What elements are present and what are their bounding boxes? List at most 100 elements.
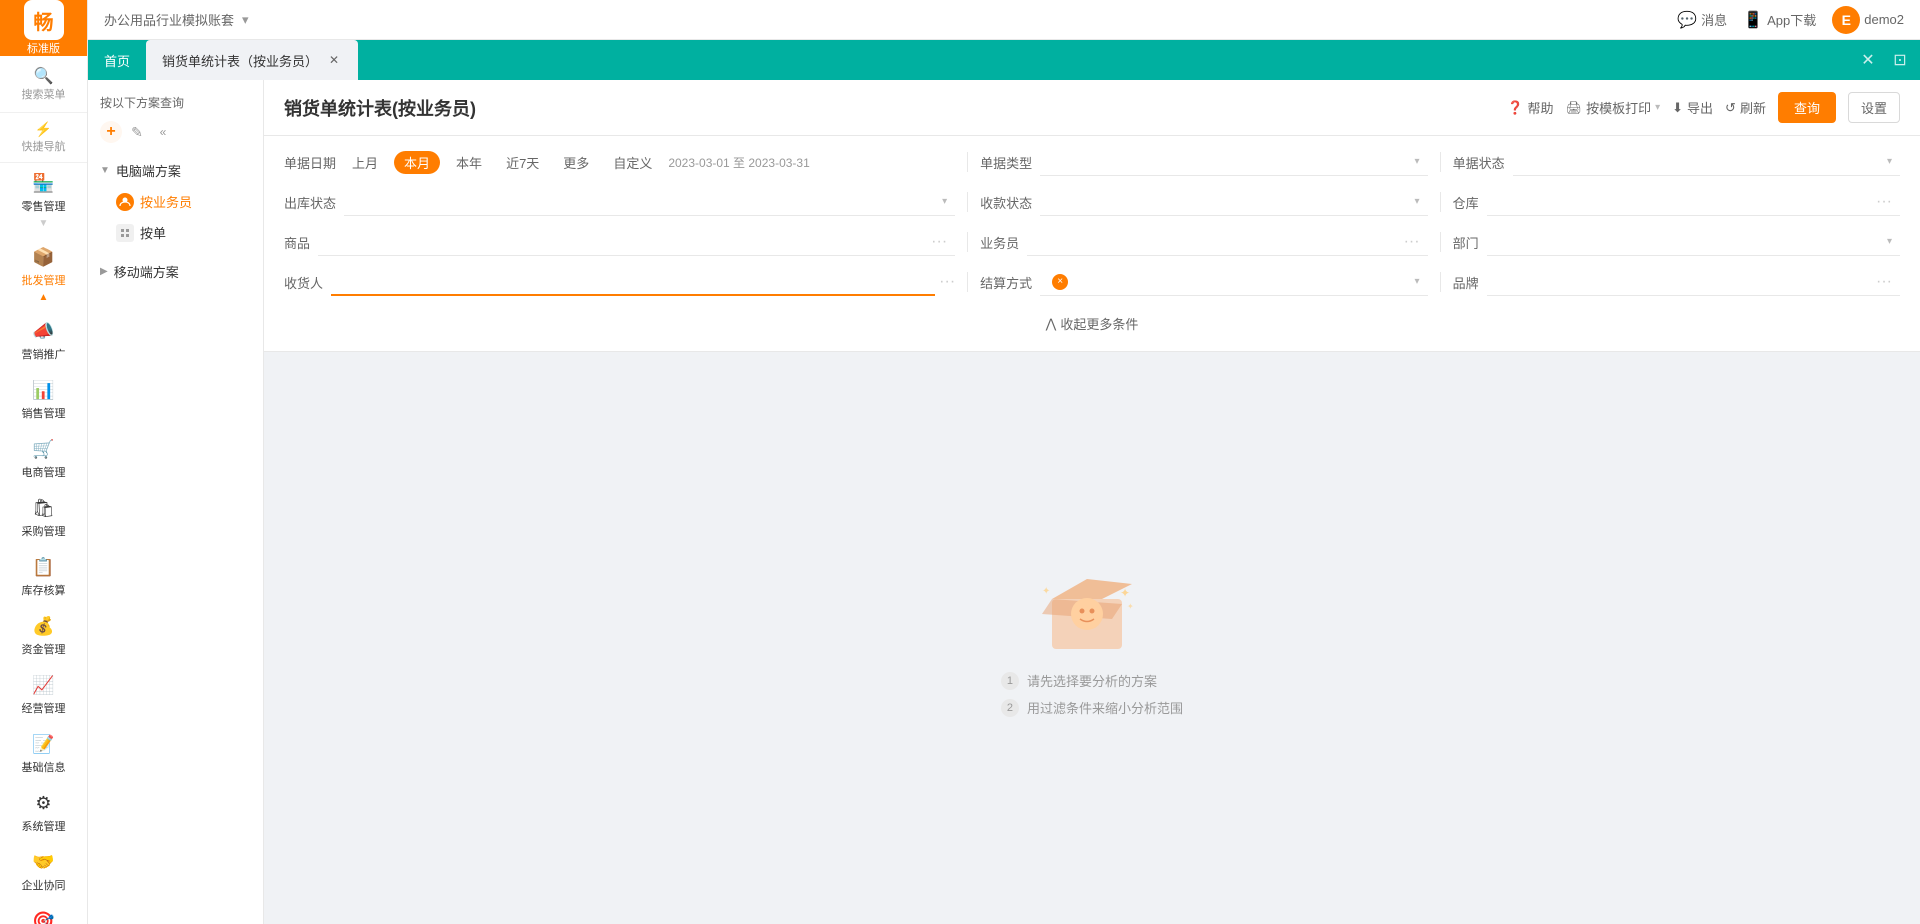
help-btn[interactable]: ❓ 帮助 xyxy=(1507,98,1553,117)
scheme-sub-order[interactable]: 按单 xyxy=(88,217,263,248)
marketing-label: 营销推广 xyxy=(22,346,66,362)
scheme-edit-btn[interactable]: ✎ xyxy=(126,121,148,143)
filter-out-status: 出库状态 ▾ xyxy=(284,188,955,216)
date-option-thisyear[interactable]: 本年 xyxy=(448,151,490,174)
date-option-custom[interactable]: 自定义 xyxy=(605,151,660,174)
tab-maximize-btn[interactable]: ⊡ xyxy=(1888,48,1912,72)
goods-dots[interactable]: ··· xyxy=(931,233,947,251)
out-status-control[interactable]: ▾ xyxy=(344,188,955,216)
scheme-sub-salesman-icon xyxy=(116,193,134,211)
message-btn[interactable]: 💬 消息 xyxy=(1677,10,1727,30)
sales-label: 销售管理 xyxy=(22,405,66,421)
header-dropdown-arrow[interactable]: ▾ xyxy=(242,12,249,28)
tab-close-btn[interactable]: ✕ xyxy=(326,52,342,68)
date-option-thismonth[interactable]: 本月 xyxy=(394,151,440,174)
scheme-category-desktop-label: 电脑端方案 xyxy=(116,161,181,180)
sidebar-item-retail[interactable]: 🏪 零售管理 ▼ xyxy=(0,163,87,237)
user-info[interactable]: E demo2 xyxy=(1832,6,1904,34)
scheme-sub-salesman[interactable]: 按业务员 xyxy=(88,186,263,217)
topbar-right: 💬 消息 📱 App下载 E demo2 xyxy=(1677,6,1904,34)
sidebar-search[interactable]: 🔍 搜索菜单 xyxy=(0,56,87,113)
sidebar-item-marketing[interactable]: 📣 营销推广 xyxy=(0,311,87,370)
doc-status-control[interactable]: ▾ xyxy=(1513,148,1900,176)
sidebar-quick-nav[interactable]: ⚡ 快捷导航 xyxy=(0,113,87,163)
app-download-label: App下载 xyxy=(1767,10,1816,29)
sep7 xyxy=(967,272,968,292)
system-label: 系统管理 xyxy=(22,818,66,834)
sidebar-item-system[interactable]: ⚙ 系统管理 xyxy=(0,783,87,842)
settle-clear-btn[interactable]: × xyxy=(1052,274,1068,290)
scheme-category-desktop[interactable]: ▼ 电脑端方案 xyxy=(88,155,263,186)
sidebar-item-corp[interactable]: 🤝 企业协同 xyxy=(0,842,87,901)
out-status-arrow: ▾ xyxy=(942,196,947,207)
sidebar-item-purchase[interactable]: 🛍 采购管理 xyxy=(0,488,87,547)
sidebar-item-wholesale[interactable]: 📦 批发管理 ▲ xyxy=(0,237,87,311)
salesman-label: 业务员 xyxy=(980,233,1019,252)
sep6 xyxy=(1440,232,1441,252)
tip-num-2: 2 xyxy=(1001,699,1019,717)
doc-status-arrow: ▾ xyxy=(1887,156,1892,167)
brand-control[interactable]: ··· xyxy=(1487,268,1900,296)
dept-control[interactable]: ▾ xyxy=(1487,228,1900,256)
username: demo2 xyxy=(1864,12,1904,27)
sidebar-item-basic[interactable]: 📝 基础信息 xyxy=(0,724,87,783)
app-download-icon: 📱 xyxy=(1743,10,1763,30)
print-label: 按模板打印 xyxy=(1586,98,1651,117)
date-option-7days[interactable]: 近7天 xyxy=(498,151,547,174)
sidebar-item-newbie[interactable]: 🎯 新手引导 xyxy=(0,901,87,924)
date-option-more[interactable]: 更多 xyxy=(555,151,597,174)
sidebar-item-ecommerce[interactable]: 🛒 电商管理 xyxy=(0,429,87,488)
scheme-category-mobile[interactable]: ▶ 移动端方案 xyxy=(88,256,263,287)
doc-type-control[interactable]: ▾ xyxy=(1040,148,1427,176)
scheme-sub-salesman-label: 按业务员 xyxy=(140,192,192,211)
app-download-btn[interactable]: 📱 App下载 xyxy=(1743,10,1816,30)
basic-icon: 📝 xyxy=(32,734,54,755)
settle-control[interactable]: × ▾ xyxy=(1040,268,1427,296)
sidebar-item-operation[interactable]: 📈 经营管理 xyxy=(0,665,87,724)
empty-svg: ✦ ✦ ✦ xyxy=(1032,559,1152,659)
filter-brand: 品牌 ··· xyxy=(1453,268,1900,296)
tab-close-window-btn[interactable]: ✕ xyxy=(1856,48,1880,72)
empty-state: ✦ ✦ ✦ 1 请先选择要分析的方案 2 用过滤条件来缩小分析范围 xyxy=(264,352,1920,924)
purchase-label: 采购管理 xyxy=(22,523,66,539)
export-btn[interactable]: ⬇ 导出 xyxy=(1672,98,1713,117)
scheme-add-btn[interactable]: + xyxy=(100,121,122,143)
dept-label: 部门 xyxy=(1453,233,1479,252)
print-btn[interactable]: 🖨 按模板打印 ▾ xyxy=(1566,98,1661,117)
filter-area: 单据日期 上月 本月 本年 近7天 更多 自定义 2023-03-01 至 20… xyxy=(264,136,1920,352)
query-btn[interactable]: 查询 xyxy=(1778,92,1836,123)
tab-sales-stat[interactable]: 销货单统计表（按业务员） ✕ xyxy=(146,40,358,80)
collapse-btn[interactable]: ⋀ 收起更多条件 xyxy=(284,308,1900,339)
brand-dots[interactable]: ··· xyxy=(1876,273,1892,291)
sidebar-item-inventory[interactable]: 📋 库存核算 xyxy=(0,547,87,606)
receiver-dots[interactable]: ··· xyxy=(939,273,955,291)
receiver-input[interactable] xyxy=(331,268,935,296)
tab-home[interactable]: 首页 xyxy=(88,40,146,80)
salesman-dots[interactable]: ··· xyxy=(1404,233,1420,251)
svg-text:✦: ✦ xyxy=(1127,602,1134,611)
content-area: 按以下方案查询 + ✎ « ▼ 电脑端方案 按业务员 xyxy=(88,80,1920,924)
warehouse-control[interactable]: ··· xyxy=(1487,188,1900,216)
ecommerce-icon: 🛒 xyxy=(32,439,54,460)
sep4 xyxy=(1440,192,1441,212)
filter-row-3: 商品 ··· 业务员 ··· xyxy=(284,228,1900,256)
help-icon: ❓ xyxy=(1507,100,1523,116)
sidebar-item-finance[interactable]: 💰 资金管理 xyxy=(0,606,87,665)
doc-type-arrow: ▾ xyxy=(1415,156,1420,167)
date-option-lastmonth[interactable]: 上月 xyxy=(344,151,386,174)
settings-btn[interactable]: 设置 xyxy=(1848,92,1900,123)
goods-control[interactable]: ··· xyxy=(318,228,955,256)
settle-arrow: ▾ xyxy=(1415,276,1420,287)
refresh-btn[interactable]: ↺ 刷新 xyxy=(1725,98,1766,117)
collect-status-control[interactable]: ▾ xyxy=(1040,188,1427,216)
scheme-collapse-btn[interactable]: « xyxy=(152,121,174,143)
wholesale-label: 批发管理 xyxy=(22,272,66,288)
scheme-sub-order-icon xyxy=(116,224,134,242)
tabbar: 首页 销货单统计表（按业务员） ✕ ✕ ⊡ xyxy=(88,40,1920,80)
svg-text:✦: ✦ xyxy=(1042,586,1050,597)
warehouse-dots[interactable]: ··· xyxy=(1876,193,1892,211)
marketing-icon: 📣 xyxy=(32,321,54,342)
sidebar-item-sales[interactable]: 📊 销售管理 xyxy=(0,370,87,429)
tab-home-label: 首页 xyxy=(104,51,130,70)
salesman-control[interactable]: ··· xyxy=(1027,228,1427,256)
